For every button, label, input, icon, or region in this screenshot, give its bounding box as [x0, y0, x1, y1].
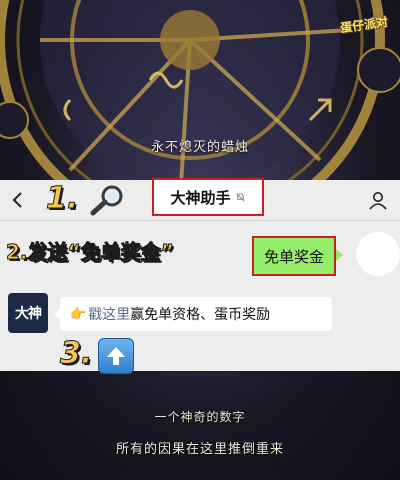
assistant-avatar-label: 大神: [15, 306, 42, 322]
reply-text: 赢免单资格、蛋币奖励: [130, 307, 271, 323]
step-3-label: 3.: [59, 336, 93, 372]
step-2-label: 2.发送“免单奖金”: [6, 240, 175, 265]
magnifier-icon: [90, 185, 123, 216]
caption-middle: 一个神奇的数字: [154, 410, 246, 424]
sent-message-bubble[interactable]: 免单奖金: [252, 236, 336, 276]
sent-message-text: 免单奖金: [263, 247, 324, 266]
user-icon[interactable]: [368, 190, 388, 210]
user-avatar[interactable]: [356, 232, 400, 276]
pointing-hand-icon: 👉: [70, 306, 87, 322]
caption-bottom: 所有的因果在这里推倒重来: [115, 442, 284, 457]
chevron-left-icon[interactable]: [8, 190, 28, 210]
arrow-up-icon: [98, 338, 134, 374]
caption-top: 永不熄灭的蜡烛: [150, 140, 249, 155]
chat-title: 大神助手: [170, 188, 231, 207]
chat-title-highlight[interactable]: 大神助手: [152, 178, 264, 216]
reply-message-bubble[interactable]: 👉 戳这里 赢免单资格、蛋币奖励: [60, 297, 332, 331]
step-1-label: 1.: [45, 181, 79, 217]
reply-link[interactable]: 戳这里: [88, 304, 130, 324]
assistant-avatar[interactable]: 大神: [8, 293, 48, 333]
mute-bell-icon: [236, 192, 244, 201]
sent-bubble-tail: [336, 249, 343, 261]
